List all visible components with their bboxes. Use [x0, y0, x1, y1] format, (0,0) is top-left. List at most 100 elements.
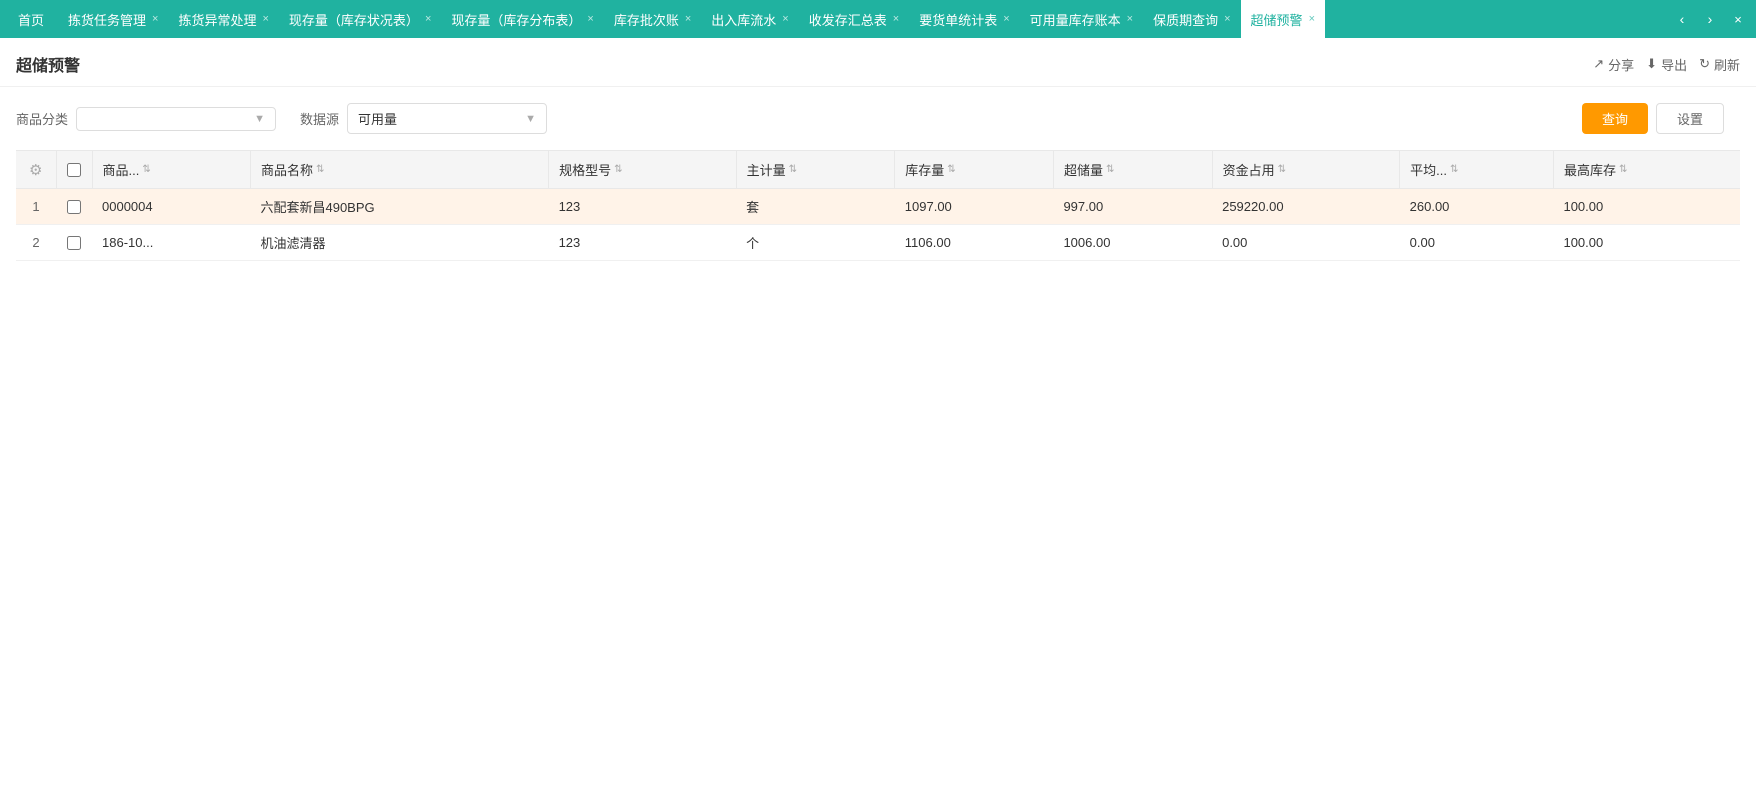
cell-avg-0: 260.00 [1400, 189, 1554, 225]
row-checkbox-0[interactable] [67, 200, 81, 214]
tab-close-icon[interactable]: × [1003, 13, 1009, 25]
nav-tab-tab-8[interactable]: 要货单统计表 × [909, 0, 1019, 38]
nav-tab-tab-3[interactable]: 现存量（库存状况表） × [279, 0, 441, 38]
category-select[interactable]: ▼ [76, 107, 276, 131]
query-button[interactable]: 查询 [1582, 103, 1648, 134]
col-stock-header[interactable]: 库存量 ⇅ [895, 151, 1054, 189]
tab-label: 拣货任务管理 [68, 10, 146, 29]
export-button[interactable]: ⬇ 导出 [1646, 55, 1687, 74]
col-unit-header[interactable]: 主计量 ⇅ [736, 151, 895, 189]
page-content: 超储预警 ↗ 分享 ⬇ 导出 ↻ 刷新 商品分类 ▼ 数据源 [0, 38, 1756, 800]
col-name-header[interactable]: 商品名称 ⇅ [250, 151, 548, 189]
gear-icon[interactable]: ⚙ [29, 162, 42, 179]
tab-close-icon[interactable]: × [782, 13, 788, 25]
sort-icon-capital: ⇅ [1278, 164, 1286, 175]
col-max-header[interactable]: 最高库存 ⇅ [1553, 151, 1740, 189]
nav-prev-btn[interactable]: ‹ [1668, 5, 1696, 33]
tab-label: 现存量（库存状况表） [289, 10, 419, 29]
nav-home[interactable]: 首页 [4, 10, 58, 29]
share-button[interactable]: ↗ 分享 [1593, 55, 1634, 74]
cell-capital-0: 259220.00 [1212, 189, 1400, 225]
export-icon: ⬇ [1646, 56, 1657, 72]
col-capital-header[interactable]: 资金占用 ⇅ [1212, 151, 1400, 189]
cell-spec-0: 123 [549, 189, 737, 225]
cell-index-1: 2 [16, 225, 56, 261]
cell-name-1: 机油滤清器 [250, 225, 548, 261]
nav-tab-tab-6[interactable]: 出入库流水× [701, 0, 798, 38]
cell-unit-0: 套 [736, 189, 895, 225]
col-spec-header[interactable]: 规格型号 ⇅ [549, 151, 737, 189]
cell-checkbox-0 [56, 189, 92, 225]
source-chevron-down-icon: ▼ [525, 113, 536, 125]
tab-close-icon[interactable]: × [425, 13, 431, 25]
tab-label: 要货单统计表 [919, 10, 997, 29]
source-label: 数据源 [300, 109, 339, 128]
col-excess-header[interactable]: 超储量 ⇅ [1053, 151, 1212, 189]
tab-label: 保质期查询 [1153, 10, 1218, 29]
tab-close-icon[interactable]: × [893, 13, 899, 25]
col-avg-header[interactable]: 平均... ⇅ [1400, 151, 1554, 189]
cell-stock-1: 1106.00 [895, 225, 1054, 261]
tab-label: 收发存汇总表 [809, 10, 887, 29]
settings-button[interactable]: 设置 [1656, 103, 1724, 134]
col-code-header[interactable]: 商品... ⇅ [92, 151, 250, 189]
table-row: 2 186-10... 机油滤清器 123 个 1106.00 1006.00 … [16, 225, 1740, 261]
tab-close-icon[interactable]: × [587, 13, 593, 25]
table-row: 1 0000004 六配套新昌490BPG 123 套 1097.00 997.… [16, 189, 1740, 225]
table-header-row: ⚙ 商品... ⇅ 商品 [16, 151, 1740, 189]
cell-stock-0: 1097.00 [895, 189, 1054, 225]
sort-icon-stock: ⇅ [947, 164, 955, 175]
nav-tab-tab-1[interactable]: 拣货任务管理 × [58, 0, 168, 38]
nav-tab-tab-10[interactable]: 保质期查询 × [1143, 0, 1240, 38]
cell-spec-1: 123 [549, 225, 737, 261]
tab-close-icon[interactable]: × [1309, 13, 1315, 25]
col-gear-header: ⚙ [16, 151, 56, 189]
nav-arrows: ‹ › × [1668, 5, 1752, 33]
category-filter-group: 商品分类 ▼ [16, 107, 276, 131]
nav-tab-tab-7[interactable]: 收发存汇总表 × [799, 0, 909, 38]
cell-excess-0: 997.00 [1053, 189, 1212, 225]
cell-max-0: 100.00 [1553, 189, 1740, 225]
table-container: ⚙ 商品... ⇅ 商品 [0, 150, 1756, 261]
tab-label: 库存批次账 [614, 10, 679, 29]
nav-tab-tab-4[interactable]: 现存量（库存分布表） × [441, 0, 603, 38]
cell-max-1: 100.00 [1553, 225, 1740, 261]
sort-icon-excess: ⇅ [1106, 164, 1114, 175]
sort-icon-name: ⇅ [316, 164, 324, 175]
select-all-checkbox[interactable] [67, 163, 81, 177]
page-header: 超储预警 ↗ 分享 ⬇ 导出 ↻ 刷新 [0, 38, 1756, 87]
cell-name-0: 六配套新昌490BPG [250, 189, 548, 225]
nav-tab-tab-11[interactable]: 超储预警 × [1241, 0, 1325, 38]
cell-unit-1: 个 [736, 225, 895, 261]
cell-avg-1: 0.00 [1400, 225, 1554, 261]
cell-index-0: 1 [16, 189, 56, 225]
header-actions: ↗ 分享 ⬇ 导出 ↻ 刷新 [1593, 55, 1740, 74]
tab-close-icon[interactable]: × [262, 13, 268, 25]
source-select[interactable]: 可用量 ▼ [347, 103, 547, 134]
tab-label: 超储预警 [1251, 10, 1303, 29]
filter-bar: 商品分类 ▼ 数据源 可用量 ▼ 查询 设置 [0, 87, 1756, 142]
nav-tab-tab-2[interactable]: 拣货异常处理× [168, 0, 278, 38]
source-select-value: 可用量 [358, 109, 397, 128]
refresh-button[interactable]: ↻ 刷新 [1699, 55, 1740, 74]
top-nav: 首页 拣货任务管理×拣货异常处理×现存量（库存状况表）×现存量（库存分布表）×库… [0, 0, 1756, 38]
nav-close-btn[interactable]: × [1724, 5, 1752, 33]
source-filter-group: 数据源 可用量 ▼ [300, 103, 547, 134]
chevron-down-icon: ▼ [254, 113, 265, 125]
cell-checkbox-1 [56, 225, 92, 261]
nav-tab-tab-9[interactable]: 可用量库存账本× [1020, 0, 1143, 38]
export-label: 导出 [1661, 55, 1687, 74]
tab-close-icon[interactable]: × [1127, 13, 1133, 25]
cell-code-1: 186-10... [92, 225, 250, 261]
cell-code-0: 0000004 [92, 189, 250, 225]
tab-close-icon[interactable]: × [685, 13, 691, 25]
tab-close-icon[interactable]: × [1224, 13, 1230, 25]
cell-capital-1: 0.00 [1212, 225, 1400, 261]
col-checkbox-header [56, 151, 92, 189]
nav-tab-tab-5[interactable]: 库存批次账 × [604, 0, 701, 38]
tab-label: 现存量（库存分布表） [451, 10, 581, 29]
tab-close-icon[interactable]: × [152, 13, 158, 25]
nav-next-btn[interactable]: › [1696, 5, 1724, 33]
row-checkbox-1[interactable] [67, 236, 81, 250]
action-buttons: 查询 设置 [1582, 103, 1740, 134]
